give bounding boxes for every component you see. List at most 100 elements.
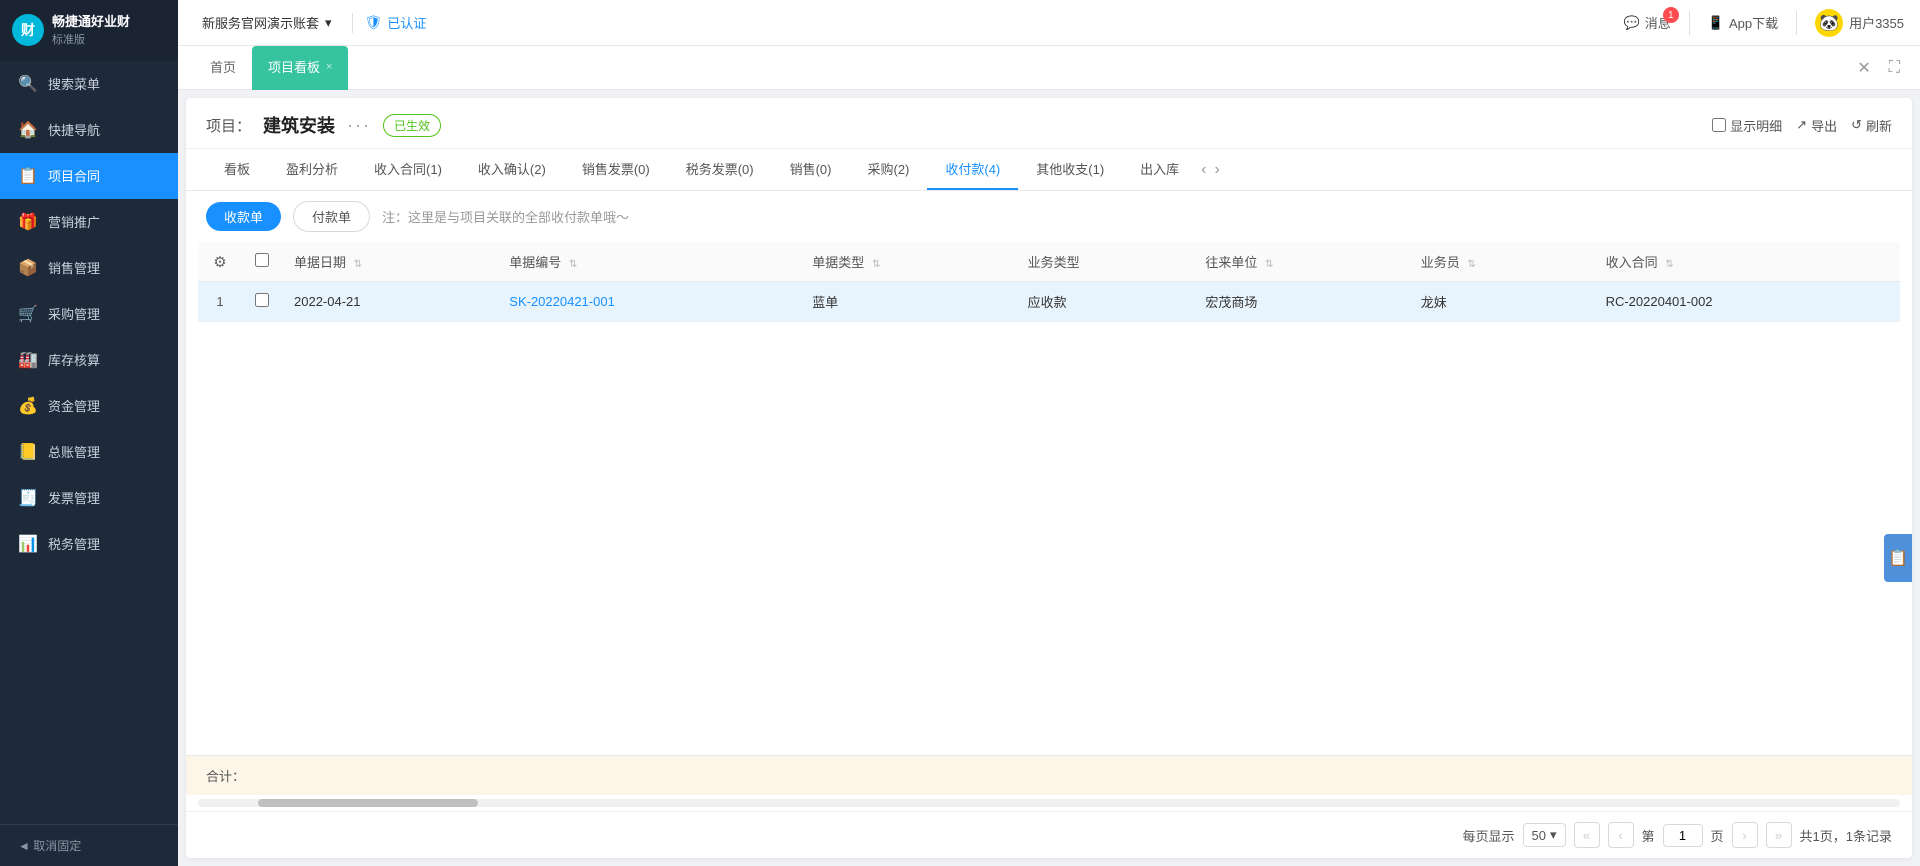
- col-partner[interactable]: 往来单位 ⇅: [1193, 242, 1408, 282]
- content-area: 项目： 建筑安装 ··· 已生效 显示明细 ↗ 导出 ↺ 刷新: [186, 98, 1912, 858]
- show-detail-label[interactable]: 显示明细: [1712, 116, 1782, 135]
- col-date[interactable]: 单据日期 ⇅: [282, 242, 497, 282]
- dropdown-icon: ▾: [325, 15, 332, 31]
- sidebar-item-sales[interactable]: 📦 销售管理: [0, 245, 178, 291]
- sidebar-nav: 🔍 搜索菜单 🏠 快捷导航 📋 项目合同 🎁 营销推广 📦 销售管理 🛒 采购管…: [0, 61, 178, 824]
- sidebar-item-marketing[interactable]: 🎁 营销推广: [0, 199, 178, 245]
- last-page-btn[interactable]: »: [1766, 822, 1792, 848]
- sort-icon: ⇅: [354, 259, 362, 270]
- sidebar-item-label: 库存核算: [48, 350, 100, 369]
- sidebar-item-label: 搜索菜单: [48, 74, 100, 93]
- show-detail-checkbox[interactable]: [1712, 118, 1726, 132]
- subtab-next-btn[interactable]: ›: [1211, 153, 1224, 187]
- col-salesperson[interactable]: 业务员 ⇅: [1409, 242, 1594, 282]
- tabs-bar: 首页 项目看板 × ✕ ⛶: [178, 46, 1920, 90]
- col-number[interactable]: 单据编号 ⇅: [497, 242, 800, 282]
- maximize-btn[interactable]: ⛶: [1885, 55, 1904, 81]
- filter-note: 注：这里是与项目关联的全部收付款单哦～: [382, 207, 629, 226]
- sort-icon: ⇅: [872, 259, 880, 270]
- settings-icon[interactable]: ⚙: [213, 254, 226, 271]
- subtab-purchase[interactable]: 采购(2): [849, 149, 927, 190]
- sidebar-item-quicknav[interactable]: 🏠 快捷导航: [0, 107, 178, 153]
- sidebar-item-inventory[interactable]: 🏭 库存核算: [0, 337, 178, 383]
- sidebar-item-ledger[interactable]: 📒 总账管理: [0, 429, 178, 475]
- sidebar-item-invoice[interactable]: 🧾 发票管理: [0, 475, 178, 521]
- payment-filter-btn[interactable]: 付款单: [293, 201, 370, 232]
- sidebar-item-label: 发票管理: [48, 488, 100, 507]
- tab-home[interactable]: 首页: [194, 46, 252, 90]
- filter-bar: 收款单 付款单 注：这里是与项目关联的全部收付款单哦～: [186, 191, 1912, 242]
- col-gear[interactable]: ⚙: [198, 242, 242, 282]
- funds-icon: 💰: [18, 396, 38, 416]
- sidebar-item-label: 项目合同: [48, 166, 100, 185]
- scrollbar-thumb[interactable]: [258, 799, 478, 807]
- row-number-link[interactable]: SK-20220421-001: [509, 294, 615, 309]
- sidebar-unpin[interactable]: ◄ 取消固定: [0, 824, 178, 866]
- more-btn[interactable]: ···: [347, 115, 371, 136]
- data-table: ⚙ 单据日期 ⇅ 单据编号 ⇅: [198, 242, 1900, 322]
- verified-label: 已认证: [387, 13, 426, 32]
- export-btn[interactable]: ↗ 导出: [1796, 116, 1837, 135]
- status-badge: 已生效: [383, 114, 441, 137]
- refresh-icon: ↺: [1851, 117, 1862, 133]
- user-menu[interactable]: 🐼 用户3355: [1815, 9, 1904, 37]
- col-income-contract[interactable]: 收入合同 ⇅: [1594, 242, 1900, 282]
- page-input[interactable]: [1663, 824, 1703, 847]
- side-panel-toggle[interactable]: 📋: [1884, 534, 1912, 582]
- prev-page-btn[interactable]: ‹: [1608, 822, 1634, 848]
- last-page-icon: »: [1775, 828, 1782, 843]
- refresh-label: 刷新: [1866, 116, 1892, 135]
- sidebar-item-purchase[interactable]: 🛒 采购管理: [0, 291, 178, 337]
- refresh-btn[interactable]: ↺ 刷新: [1851, 116, 1892, 135]
- col-salesperson-label: 业务员: [1421, 255, 1460, 270]
- subtab-kanban[interactable]: 看板: [206, 149, 268, 190]
- row-biz-type: 应收款: [1016, 282, 1194, 322]
- col-type[interactable]: 单据类型 ⇅: [800, 242, 1015, 282]
- subtab-prev-btn[interactable]: ‹: [1197, 153, 1210, 187]
- sidebar-item-search[interactable]: 🔍 搜索菜单: [0, 61, 178, 107]
- sales-icon: 📦: [18, 258, 38, 278]
- subtab-tax-invoice[interactable]: 税务发票(0): [668, 149, 772, 190]
- sidebar-item-label: 快捷导航: [48, 120, 100, 139]
- sidebar-item-tax[interactable]: 📊 税务管理: [0, 521, 178, 567]
- close-window-btn[interactable]: ✕: [1853, 54, 1874, 82]
- next-page-btn[interactable]: ›: [1732, 822, 1758, 848]
- tab-project-board[interactable]: 项目看板 ×: [252, 46, 348, 90]
- subtab-collection[interactable]: 收付款(4): [927, 149, 1018, 190]
- sort-icon: ⇅: [569, 259, 577, 270]
- shield-icon: 🛡: [365, 14, 383, 31]
- tab-home-label: 首页: [210, 57, 236, 76]
- subtab-inout[interactable]: 出入库: [1122, 149, 1197, 190]
- subtab-other-expense[interactable]: 其他收支(1): [1018, 149, 1122, 190]
- app-logo: 财: [12, 14, 44, 46]
- row-checkbox[interactable]: [255, 293, 269, 307]
- per-page-value: 50: [1532, 828, 1546, 843]
- subtab-sales-invoice[interactable]: 销售发票(0): [564, 149, 668, 190]
- col-type-label: 单据类型: [812, 255, 864, 270]
- select-all-checkbox[interactable]: [255, 253, 269, 267]
- messages-btn[interactable]: 💬 消息 1: [1624, 13, 1671, 32]
- col-date-label: 单据日期: [294, 255, 346, 270]
- subtab-income-contract[interactable]: 收入合同(1): [356, 149, 460, 190]
- per-page-select[interactable]: 50 ▾: [1523, 823, 1566, 847]
- message-icon: 💬: [1624, 15, 1640, 31]
- horizontal-scrollbar[interactable]: [198, 799, 1900, 807]
- marketing-icon: 🎁: [18, 212, 38, 232]
- collection-filter-btn[interactable]: 收款单: [206, 202, 281, 231]
- unpin-label: ◄ 取消固定: [18, 837, 81, 854]
- sidebar-item-project[interactable]: 📋 项目合同: [0, 153, 178, 199]
- home-icon: 🏠: [18, 120, 38, 140]
- subtab-profit[interactable]: 盈利分析: [268, 149, 356, 190]
- pagination: 每页显示 50 ▾ « ‹ 第 页 › » 共1页，1条记录: [186, 811, 1912, 858]
- tab-close-icon[interactable]: ×: [326, 61, 332, 73]
- first-page-btn[interactable]: «: [1574, 822, 1600, 848]
- sidebar-item-funds[interactable]: 💰 资金管理: [0, 383, 178, 429]
- col-number-label: 单据编号: [509, 255, 561, 270]
- app-download-btn[interactable]: 📱 App下载: [1708, 13, 1778, 32]
- col-income-contract-label: 收入合同: [1606, 255, 1658, 270]
- sort-icon: ⇅: [1665, 259, 1673, 270]
- subtab-income-confirm[interactable]: 收入确认(2): [460, 149, 564, 190]
- subtab-sales[interactable]: 销售(0): [772, 149, 850, 190]
- account-selector[interactable]: 新服务官网演示账套 ▾: [194, 9, 340, 36]
- row-partner: 宏茂商场: [1193, 282, 1408, 322]
